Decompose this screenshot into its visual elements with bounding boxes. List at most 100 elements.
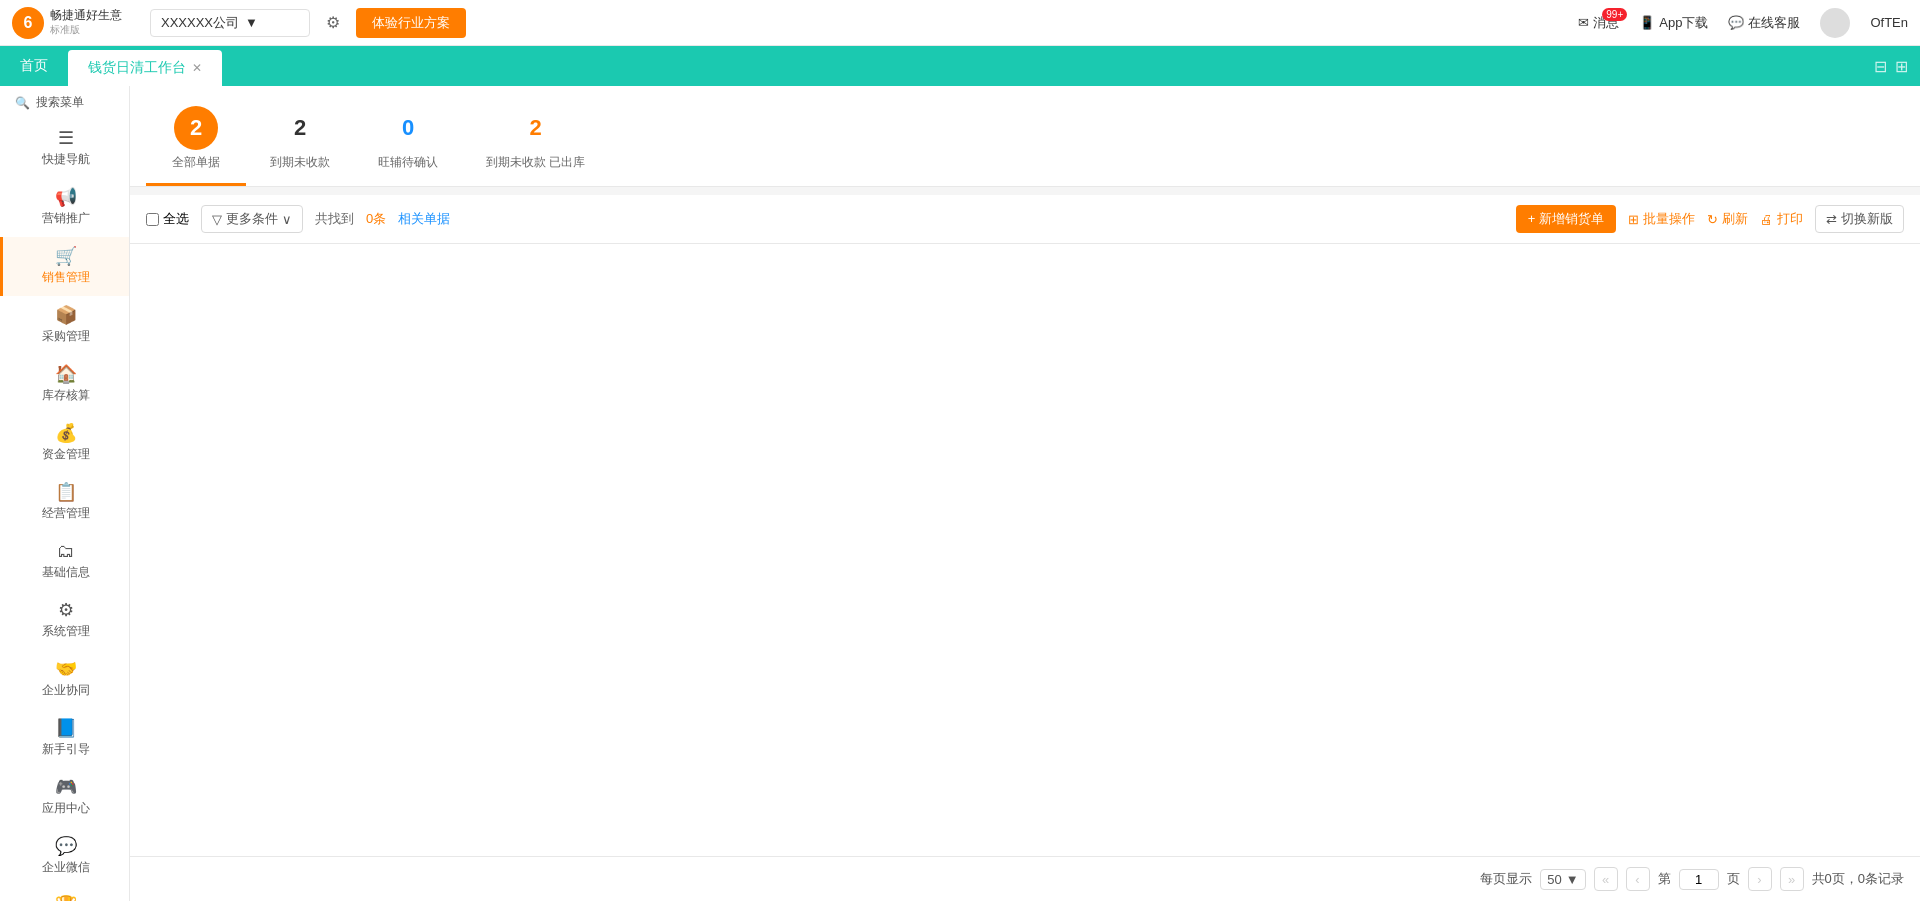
enterprise-icon: 🤝 [55,660,77,678]
wechat-icon: 💬 [55,837,77,855]
tab-close-icon[interactable]: ✕ [192,61,202,75]
select-all-input[interactable] [146,213,159,226]
sidebar-search[interactable]: 🔍 搜索菜单 [0,86,129,119]
print-button[interactable]: 🖨 打印 [1760,210,1803,228]
sidebar-item-label: 采购管理 [42,328,90,345]
management-icon: 📋 [55,483,77,501]
sidebar-item-label: 新手引导 [42,741,90,758]
sidebar-item-basics[interactable]: 🗂 基础信息 [0,532,129,591]
marketing-icon: 📢 [55,188,77,206]
user-name: OfTEn [1870,15,1908,30]
stat-tab-pending[interactable]: 0 旺辅待确认 [354,98,462,186]
first-page-button[interactable]: « [1594,867,1618,891]
tab-home-label: 首页 [20,57,48,75]
stat-tab-shipped[interactable]: 2 到期未收款 已出库 [462,98,609,186]
select-all-label: 全选 [163,210,189,228]
tab-workbench[interactable]: 钱货日清工作台 ✕ [68,50,222,86]
batch-button[interactable]: ⊞ 批量操作 [1628,210,1695,228]
tab-minimize-icon[interactable]: ⊟ [1874,57,1887,76]
batch-label: 批量操作 [1643,210,1695,228]
download-icon: 📱 [1639,15,1655,30]
tab-bar: 首页 钱货日清工作台 ✕ ⊟ ⊞ [0,46,1920,86]
prev-page-button[interactable]: ‹ [1626,867,1650,891]
refresh-icon: ↻ [1707,212,1718,227]
sales-icon: 🛒 [55,247,77,265]
company-name: XXXXXX公司 [161,14,239,32]
toolbar: 全选 ▽ 更多条件 ∨ 共找到 0条 相关单据 + 新增销货单 ⊞ 批量操作 ↻… [130,195,1920,244]
tab-home[interactable]: 首页 [0,46,68,86]
pagination: 每页显示 50 ▼ « ‹ 第 页 › » 共0页，0条记录 [130,856,1920,901]
app-download-button[interactable]: 📱 App下载 [1639,14,1708,32]
sidebar-item-enterprise[interactable]: 🤝 企业协同 [0,650,129,709]
related-link[interactable]: 相关单据 [398,210,450,228]
refresh-label: 刷新 [1722,210,1748,228]
company-selector[interactable]: XXXXXX公司 ▼ [150,9,310,37]
header-right: ✉ 消息 99+ 📱 App下载 💬 在线客服 OfTEn [1578,8,1908,38]
found-prefix: 共找到 [315,210,354,228]
system-icon: ⚙ [58,601,74,619]
service-icon: 💬 [1728,15,1744,30]
add-sale-button[interactable]: + 新增销货单 [1516,205,1616,233]
sidebar-item-member[interactable]: 🏆 畅会员 [0,886,129,901]
tab-maximize-icon[interactable]: ⊞ [1895,57,1908,76]
sidebar-item-guide[interactable]: 📘 新手引导 [0,709,129,768]
stat-tab-all[interactable]: 2 全部单据 [146,98,246,186]
per-page-label: 每页显示 [1480,870,1532,888]
stat-number-pending: 0 [386,106,430,150]
per-page-chevron-icon: ▼ [1566,872,1579,887]
sidebar-item-inventory[interactable]: 🏠 库存核算 [0,355,129,414]
toolbar-right: + 新增销货单 ⊞ 批量操作 ↻ 刷新 🖨 打印 ⇄ 切换新版 [1516,205,1904,233]
sidebar-item-sales[interactable]: 🛒 销售管理 [0,237,129,296]
app-download-label: App下载 [1659,14,1708,32]
filter-icon: ▽ [212,212,222,227]
switch-icon: ⇄ [1826,212,1837,227]
sidebar-item-label: 应用中心 [42,800,90,817]
last-page-button[interactable]: » [1780,867,1804,891]
sidebar-item-label: 系统管理 [42,623,90,640]
avatar[interactable] [1820,8,1850,38]
sidebar-item-label: 企业微信 [42,859,90,876]
inventory-icon: 🏠 [55,365,77,383]
stat-label-shipped: 到期未收款 已出库 [486,154,585,171]
trial-button[interactable]: 体验行业方案 [356,8,466,38]
sidebar-item-finance[interactable]: 💰 资金管理 [0,414,129,473]
sidebar-item-system[interactable]: ⚙ 系统管理 [0,591,129,650]
stat-number-overdue: 2 [278,106,322,150]
filter-button[interactable]: ▽ 更多条件 ∨ [201,205,303,233]
message-badge: 99+ [1602,8,1627,21]
sidebar-item-wechat[interactable]: 💬 企业微信 [0,827,129,886]
refresh-button[interactable]: ↻ 刷新 [1707,210,1748,228]
filter-chevron-icon: ∨ [282,212,292,227]
sidebar-item-label: 快捷导航 [42,151,90,168]
print-icon: 🖨 [1760,212,1773,227]
found-count: 0条 [366,210,386,228]
sidebar-item-app-center[interactable]: 🎮 应用中心 [0,768,129,827]
sidebar-item-management[interactable]: 📋 经营管理 [0,473,129,532]
select-all-checkbox[interactable]: 全选 [146,210,189,228]
stat-label-overdue: 到期未收款 [270,154,330,171]
online-service-button[interactable]: 💬 在线客服 [1728,14,1800,32]
sidebar-item-marketing[interactable]: 📢 营销推广 [0,178,129,237]
switch-version-button[interactable]: ⇄ 切换新版 [1815,205,1904,233]
sidebar-item-label: 库存核算 [42,387,90,404]
logo-area: 6 畅捷通好生意 标准版 [12,7,142,39]
basics-icon: 🗂 [57,542,75,560]
sidebar-item-purchase[interactable]: 📦 采购管理 [0,296,129,355]
stat-tab-overdue[interactable]: 2 到期未收款 [246,98,354,186]
next-page-button[interactable]: › [1748,867,1772,891]
message-button[interactable]: ✉ 消息 99+ [1578,14,1619,32]
stat-number-all: 2 [174,106,218,150]
per-page-select[interactable]: 50 ▼ [1540,869,1585,890]
stat-number-shipped: 2 [514,106,558,150]
main-layout: 🔍 搜索菜单 ☰ 快捷导航 📢 营销推广 🛒 销售管理 📦 采购管理 🏠 库存核… [0,86,1920,901]
print-label: 打印 [1777,210,1803,228]
page-input[interactable] [1679,869,1719,890]
finance-icon: 💰 [55,424,77,442]
quick-nav-icon: ☰ [58,129,74,147]
page-label: 第 [1658,870,1671,888]
message-icon: ✉ [1578,15,1589,30]
chevron-down-icon: ▼ [245,15,258,30]
stats-tabs: 2 全部单据 2 到期未收款 0 旺辅待确认 2 到期未收款 已出库 [130,86,1920,187]
sidebar-item-quick-nav[interactable]: ☰ 快捷导航 [0,119,129,178]
settings-button[interactable]: ⚙ [318,8,348,38]
